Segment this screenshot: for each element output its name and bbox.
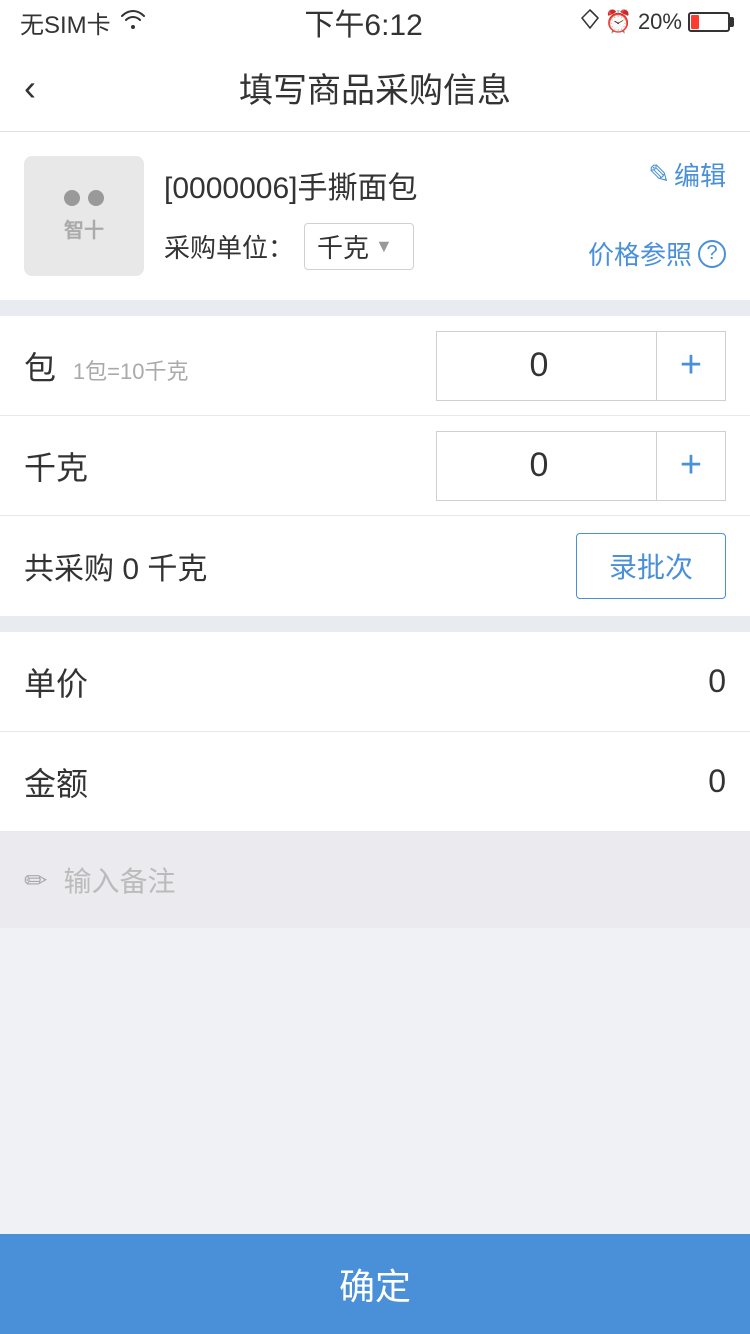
unit-price-label: 单价: [24, 659, 88, 705]
pencil-icon: ✏: [24, 864, 47, 897]
remark-section[interactable]: ✏ 输入备注: [0, 832, 750, 928]
price-section: 单价 0 金额 0: [0, 632, 750, 832]
input-section: 包 1包=10千克 + 千克 +: [0, 316, 750, 516]
amount-value: 0: [708, 763, 726, 800]
pack-input-control: +: [436, 331, 726, 401]
alarm-icon: ⏰: [605, 9, 632, 35]
pack-input-row: 包 1包=10千克 +: [0, 316, 750, 416]
price-reference-button[interactable]: 价格参照 ?: [588, 235, 726, 272]
confirm-button-label: 确定: [339, 1258, 411, 1310]
status-bar: 无SIM卡 下午6:12 ⏰ 20%: [0, 0, 750, 44]
status-left: 无SIM卡: [20, 5, 147, 40]
kg-plus-button[interactable]: +: [656, 431, 726, 501]
content-spacer: [0, 928, 750, 1228]
edit-icon: ✎: [648, 159, 670, 190]
confirm-button[interactable]: 确定: [0, 1234, 750, 1334]
nav-bar: ‹ 填写商品采购信息: [0, 44, 750, 132]
pack-label: 包 1包=10千克: [24, 343, 436, 389]
divider-2: [0, 616, 750, 632]
wifi-icon: [119, 8, 147, 36]
unit-select[interactable]: 千克 ▼: [304, 223, 414, 270]
edit-label: 编辑: [674, 156, 726, 193]
pack-quantity-input[interactable]: [436, 331, 656, 401]
divider-1: [0, 300, 750, 316]
back-button[interactable]: ‹: [24, 67, 36, 109]
unit-price-row: 单价 0: [0, 632, 750, 732]
battery-percent: 20%: [638, 9, 682, 35]
batch-record-button[interactable]: 录批次: [576, 533, 726, 599]
amount-label: 金额: [24, 759, 88, 805]
amount-row: 金额 0: [0, 732, 750, 832]
location-icon: [581, 9, 599, 35]
unit-label: 采购单位：: [164, 228, 294, 265]
help-icon: ?: [698, 240, 726, 268]
kg-input-row: 千克 +: [0, 416, 750, 516]
kg-quantity-input[interactable]: [436, 431, 656, 501]
edit-button[interactable]: ✎ 编辑: [648, 156, 726, 193]
status-right: ⏰ 20%: [581, 9, 730, 35]
battery-icon: [688, 12, 730, 32]
pack-sublabel: 1包=10千克: [73, 359, 189, 384]
page-title: 填写商品采购信息: [239, 63, 511, 112]
summary-row: 共采购 0 千克 录批次: [0, 516, 750, 616]
dropdown-arrow-icon: ▼: [375, 236, 393, 257]
price-ref-label: 价格参照: [588, 235, 692, 272]
carrier-text: 无SIM卡: [20, 5, 111, 40]
kg-label: 千克: [24, 443, 436, 489]
pack-plus-button[interactable]: +: [656, 331, 726, 401]
kg-input-control: +: [436, 431, 726, 501]
product-name: [0000006]手撕面包: [164, 163, 726, 207]
product-thumbnail: 智十: [24, 156, 144, 276]
summary-text: 共采购 0 千克: [24, 544, 207, 588]
time-display: 下午6:12: [304, 0, 422, 44]
unit-price-value: 0: [708, 663, 726, 700]
product-card: 智十 [0000006]手撕面包 采购单位： 千克 ▼ ✎ 编辑 价格参照 ?: [0, 132, 750, 300]
remark-placeholder: 输入备注: [63, 860, 175, 900]
unit-value: 千克: [317, 228, 369, 265]
